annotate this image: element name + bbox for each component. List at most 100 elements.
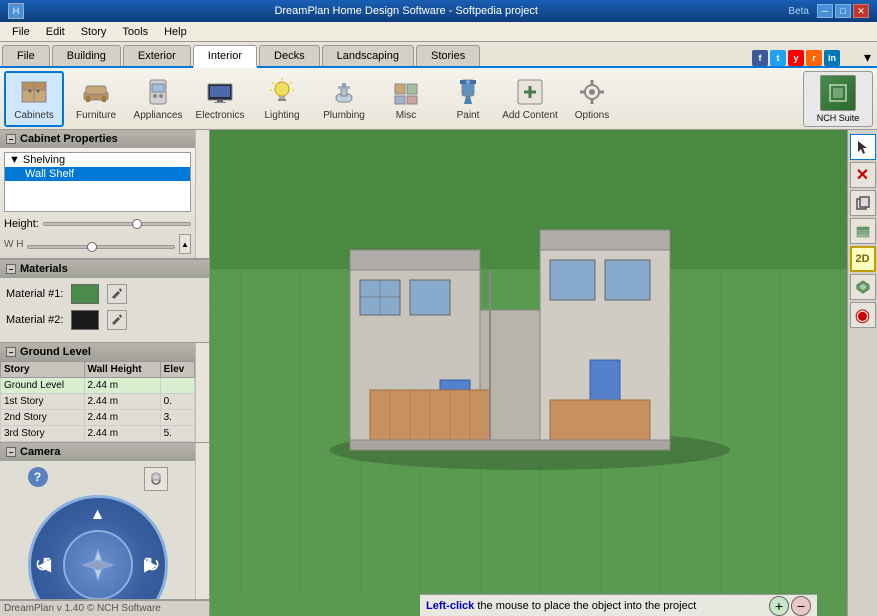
- snapshot-button[interactable]: [144, 467, 168, 491]
- tree-item-shelving[interactable]: ▼ Shelving: [5, 153, 190, 167]
- main-content: − Cabinet Properties ▼ Shelving W: [0, 130, 877, 616]
- materials-collapse-icon[interactable]: −: [6, 264, 16, 274]
- paint-icon: [452, 76, 484, 108]
- slider-thumb[interactable]: [132, 219, 142, 229]
- misc-tool[interactable]: Misc: [376, 71, 436, 127]
- ground-level-scrollbar[interactable]: [195, 343, 209, 442]
- tab-exterior[interactable]: Exterior: [123, 45, 191, 66]
- scroll-up-btn[interactable]: ▲: [179, 234, 191, 254]
- nch-suite-label: NCH Suite: [817, 113, 860, 123]
- tab-decks[interactable]: Decks: [259, 45, 320, 66]
- close-button[interactable]: ✕: [853, 4, 869, 18]
- material2-swatch[interactable]: [71, 310, 99, 330]
- add-content-tool[interactable]: Add Content: [500, 71, 560, 127]
- help-button[interactable]: ?: [28, 467, 48, 487]
- more-icon[interactable]: ▾: [864, 49, 871, 66]
- nav-north-arrow[interactable]: ▲: [90, 506, 106, 524]
- menu-story[interactable]: Story: [73, 24, 115, 40]
- ground-level-collapse-icon[interactable]: −: [6, 347, 16, 357]
- rotate-right-arrow[interactable]: ↻: [144, 553, 161, 578]
- add-content-label: Add Content: [502, 110, 558, 121]
- width-slider[interactable]: [27, 245, 175, 249]
- material1-label: Material #1:: [6, 288, 63, 300]
- cabinet-properties-header[interactable]: − Cabinet Properties: [0, 130, 195, 148]
- story-name: 3rd Story: [1, 426, 85, 442]
- maximize-button[interactable]: □: [835, 4, 851, 18]
- layer-tool-button[interactable]: [850, 218, 876, 244]
- paint-tool[interactable]: Paint: [438, 71, 498, 127]
- ground-level-section: − Ground Level Story Wall Height Elev: [0, 343, 209, 443]
- rss-icon[interactable]: r: [806, 50, 822, 66]
- lighting-tool[interactable]: Lighting: [252, 71, 312, 127]
- tab-stories[interactable]: Stories: [416, 45, 480, 66]
- appliances-tool[interactable]: Appliances: [128, 71, 188, 127]
- tab-interior[interactable]: Interior: [193, 45, 257, 68]
- minimize-button[interactable]: ─: [817, 4, 833, 18]
- table-row[interactable]: Ground Level 2.44 m: [1, 378, 195, 394]
- view-zoom-out-button[interactable]: −: [791, 596, 811, 616]
- left-panel: − Cabinet Properties ▼ Shelving W: [0, 130, 210, 616]
- elev-val: [160, 378, 194, 394]
- menu-edit[interactable]: Edit: [38, 24, 73, 40]
- menu-file[interactable]: File: [4, 24, 38, 40]
- electronics-icon: [204, 76, 236, 108]
- material1-row: Material #1:: [6, 284, 203, 304]
- tab-landscaping[interactable]: Landscaping: [322, 45, 414, 66]
- tree-item-wallshelf[interactable]: Wall Shelf: [5, 167, 190, 181]
- material1-edit-button[interactable]: [107, 284, 127, 304]
- table-row[interactable]: 1st Story 2.44 m 0.: [1, 394, 195, 410]
- cabinets-tool[interactable]: Cabinets: [4, 71, 64, 127]
- cabinet-scrollbar[interactable]: [195, 130, 209, 258]
- paint-tool-button[interactable]: ◉: [850, 302, 876, 328]
- camera-header[interactable]: − Camera: [0, 443, 195, 461]
- furniture-tool[interactable]: Furniture: [66, 71, 126, 127]
- options-tool[interactable]: Options: [562, 71, 622, 127]
- menu-bar: File Edit Story Tools Help: [0, 22, 877, 42]
- table-row[interactable]: 3rd Story 2.44 m 5.: [1, 426, 195, 442]
- width-thumb[interactable]: [87, 242, 97, 252]
- cursor-tool-button[interactable]: [850, 134, 876, 160]
- cabinet-tree[interactable]: ▼ Shelving Wall Shelf: [4, 152, 191, 212]
- table-row[interactable]: 2nd Story 2.44 m 3.: [1, 410, 195, 426]
- 3d-top-tool-button[interactable]: [850, 274, 876, 300]
- material2-edit-button[interactable]: [107, 310, 127, 330]
- window-title: DreamPlan Home Design Software - Softped…: [24, 5, 788, 17]
- camera-collapse-icon[interactable]: −: [6, 447, 16, 457]
- copy-tool-button[interactable]: [850, 190, 876, 216]
- height-slider[interactable]: [43, 222, 191, 226]
- plumbing-tool[interactable]: Plumbing: [314, 71, 374, 127]
- tab-file[interactable]: File: [2, 45, 50, 66]
- ground-level-title: Ground Level: [20, 346, 91, 358]
- camera-scrollbar[interactable]: [195, 443, 209, 600]
- youtube-icon[interactable]: y: [788, 50, 804, 66]
- camera-section: − Camera ? ▲ ▼ ▶: [0, 443, 209, 600]
- delete-tool-button[interactable]: ✕: [850, 162, 876, 188]
- material2-label: Material #2:: [6, 314, 63, 326]
- materials-content: Material #1: Material #2:: [0, 278, 209, 342]
- social-icons: f t y r in ▾: [752, 49, 875, 66]
- nch-suite-button[interactable]: NCH Suite: [803, 71, 873, 127]
- linkedin-icon[interactable]: in: [824, 50, 840, 66]
- facebook-icon[interactable]: f: [752, 50, 768, 66]
- options-icon: [576, 76, 608, 108]
- furniture-icon: [80, 76, 112, 108]
- twitter-icon[interactable]: t: [770, 50, 786, 66]
- footer-text: DreamPlan v 1.40 © NCH Software: [4, 603, 161, 614]
- collapse-icon[interactable]: −: [6, 134, 16, 144]
- 2d-view-button[interactable]: 2D: [850, 246, 876, 272]
- camera-compass[interactable]: ▲ ▼ ▶ ◀ ↺ ↻: [28, 495, 168, 600]
- compass-inner[interactable]: [63, 530, 133, 600]
- status-highlight: Left-click: [426, 600, 474, 612]
- electronics-tool[interactable]: Electronics: [190, 71, 250, 127]
- material1-swatch[interactable]: [71, 284, 99, 304]
- materials-title: Materials: [20, 263, 68, 275]
- tab-building[interactable]: Building: [52, 45, 121, 66]
- menu-help[interactable]: Help: [156, 24, 195, 40]
- rotate-left-arrow[interactable]: ↺: [35, 553, 52, 578]
- 3d-viewport[interactable]: Left-click the mouse to place the object…: [210, 130, 847, 616]
- material2-row: Material #2:: [6, 310, 203, 330]
- materials-header[interactable]: − Materials: [0, 260, 209, 278]
- view-zoom-in-button[interactable]: +: [769, 596, 789, 616]
- menu-tools[interactable]: Tools: [114, 24, 156, 40]
- ground-level-header[interactable]: − Ground Level: [0, 343, 195, 361]
